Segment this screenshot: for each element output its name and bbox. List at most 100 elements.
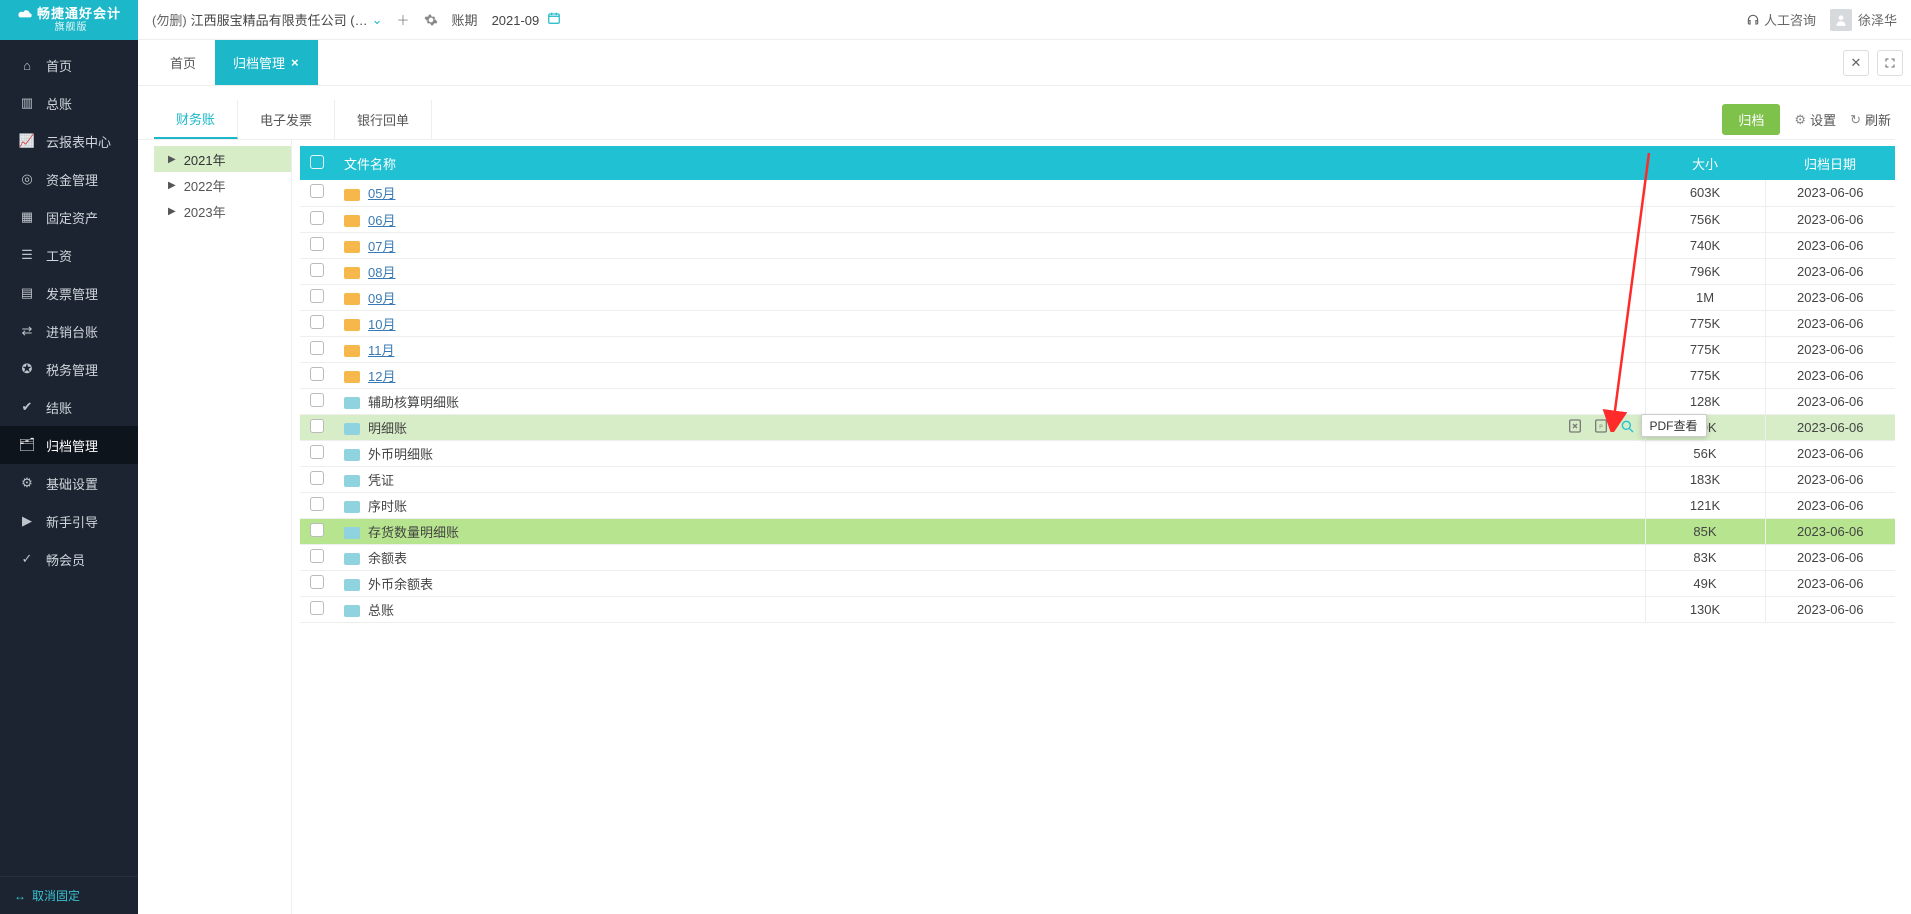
- table-row[interactable]: 08月796K2023-06-06: [300, 258, 1895, 284]
- file-name[interactable]: 10月: [368, 317, 395, 332]
- table-row[interactable]: 07月740K2023-06-06: [300, 232, 1895, 258]
- row-checkbox[interactable]: [310, 263, 324, 277]
- tree-item-2023年[interactable]: ▶2023年: [154, 198, 291, 224]
- row-checkbox[interactable]: [310, 549, 324, 563]
- file-name: 外币余额表: [368, 577, 433, 592]
- file-date: 2023-06-06: [1765, 206, 1895, 232]
- row-checkbox[interactable]: [310, 601, 324, 615]
- subtab-1[interactable]: 电子发票: [238, 100, 335, 139]
- fullscreen-button[interactable]: [1877, 50, 1903, 76]
- close-icon[interactable]: ×: [291, 55, 299, 70]
- sidebar-unpin[interactable]: ↔ 取消固定: [0, 876, 138, 914]
- row-checkbox[interactable]: [310, 471, 324, 485]
- sidebar-item-13[interactable]: ✓畅会员: [0, 540, 138, 578]
- row-checkbox[interactable]: [310, 237, 324, 251]
- row-checkbox[interactable]: [310, 211, 324, 225]
- file-name: 总账: [368, 603, 394, 618]
- file-date: 2023-06-06: [1765, 336, 1895, 362]
- table-row[interactable]: 09月1M2023-06-06: [300, 284, 1895, 310]
- tab-close-button[interactable]: ✕: [1843, 50, 1869, 76]
- caret-right-icon: ▶: [168, 206, 176, 217]
- file-name[interactable]: 12月: [368, 369, 395, 384]
- calendar-icon[interactable]: [547, 13, 561, 28]
- company-selector[interactable]: (勿删) 江西服宝精品有限责任公司 (… ⌄: [152, 10, 383, 29]
- row-checkbox[interactable]: [310, 367, 324, 381]
- tab-archive[interactable]: 归档管理 ×: [215, 40, 318, 85]
- file-date: 2023-06-06: [1765, 388, 1895, 414]
- subtab-2[interactable]: 银行回单: [335, 100, 432, 139]
- table-row[interactable]: 序时账121K2023-06-06: [300, 492, 1895, 518]
- archive-button[interactable]: 归档: [1722, 104, 1780, 135]
- row-checkbox[interactable]: [310, 445, 324, 459]
- file-date: 2023-06-06: [1765, 310, 1895, 336]
- pin-icon: ↔: [14, 889, 26, 903]
- table-row[interactable]: 存货数量明细账85K2023-06-06: [300, 518, 1895, 544]
- sidebar-item-1[interactable]: ▥总账: [0, 84, 138, 122]
- file-name[interactable]: 06月: [368, 213, 395, 228]
- row-checkbox[interactable]: [310, 393, 324, 407]
- add-company-button[interactable]: ＋: [397, 10, 410, 29]
- table-row[interactable]: 总账130K2023-06-06: [300, 596, 1895, 622]
- guide-icon: ▶: [18, 513, 36, 529]
- row-checkbox[interactable]: [310, 419, 324, 433]
- file-name[interactable]: 07月: [368, 239, 395, 254]
- table-row[interactable]: 余额表83K2023-06-06: [300, 544, 1895, 570]
- topbar: (勿删) 江西服宝精品有限责任公司 (… ⌄ ＋ 账期 2021-09 人工咨询: [138, 0, 1911, 40]
- col-check[interactable]: [300, 146, 334, 180]
- table-row[interactable]: 外币明细账56K2023-06-06: [300, 440, 1895, 466]
- row-checkbox[interactable]: [310, 184, 324, 198]
- pdf-view-icon[interactable]: [1619, 418, 1635, 434]
- file-name[interactable]: 08月: [368, 265, 395, 280]
- company-prefix: (勿删): [152, 10, 187, 29]
- document-icon: [344, 553, 360, 565]
- sidebar-item-12[interactable]: ▶新手引导: [0, 502, 138, 540]
- sidebar-item-5[interactable]: ☰工资: [0, 236, 138, 274]
- table-row[interactable]: 10月775K2023-06-06: [300, 310, 1895, 336]
- row-checkbox[interactable]: [310, 497, 324, 511]
- sidebar-item-10[interactable]: 🗂归档管理: [0, 426, 138, 464]
- settings-button[interactable]: ⚙ 设置: [1794, 110, 1836, 129]
- download-excel-icon[interactable]: [1567, 418, 1583, 434]
- sidebar-item-6[interactable]: ▤发票管理: [0, 274, 138, 312]
- tree-item-2021年[interactable]: ▶2021年: [154, 146, 291, 172]
- file-name: 序时账: [368, 499, 407, 514]
- sidebar-item-9[interactable]: ✔结账: [0, 388, 138, 426]
- sidebar-item-8[interactable]: ✪税务管理: [0, 350, 138, 388]
- sidebar-item-7[interactable]: ⇄进销台账: [0, 312, 138, 350]
- user-menu[interactable]: 徐泽华: [1830, 9, 1897, 31]
- row-checkbox[interactable]: [310, 289, 324, 303]
- table-row[interactable]: 06月756K2023-06-06: [300, 206, 1895, 232]
- tree-item-2022年[interactable]: ▶2022年: [154, 172, 291, 198]
- file-name[interactable]: 05月: [368, 186, 395, 201]
- table-row[interactable]: 12月775K2023-06-06: [300, 362, 1895, 388]
- sidebar-item-0[interactable]: ⌂首页: [0, 46, 138, 84]
- table-row[interactable]: 外币余额表49K2023-06-06: [300, 570, 1895, 596]
- download-pdf-icon[interactable]: P: [1593, 418, 1609, 434]
- caret-right-icon: ▶: [168, 180, 176, 191]
- document-icon: [344, 579, 360, 591]
- close-acct-icon: ✔: [18, 399, 36, 415]
- sidebar-item-11[interactable]: ⚙基础设置: [0, 464, 138, 502]
- company-settings-button[interactable]: [424, 13, 438, 27]
- refresh-button[interactable]: ↻ 刷新: [1850, 110, 1891, 129]
- table-row[interactable]: 凭证183K2023-06-06: [300, 466, 1895, 492]
- row-checkbox[interactable]: [310, 315, 324, 329]
- sidebar-item-3[interactable]: ◎资金管理: [0, 160, 138, 198]
- sidebar-item-2[interactable]: 📈云报表中心: [0, 122, 138, 160]
- sidebar-item-4[interactable]: ▦固定资产: [0, 198, 138, 236]
- support-button[interactable]: 人工咨询: [1746, 10, 1816, 29]
- file-name[interactable]: 09月: [368, 291, 395, 306]
- subtab-0[interactable]: 财务账: [154, 100, 238, 139]
- checkbox-icon[interactable]: [310, 155, 324, 169]
- table-row[interactable]: 辅助核算明细账128K2023-06-06: [300, 388, 1895, 414]
- pdf-view-tooltip: PDF查看: [1641, 414, 1707, 437]
- tab-home[interactable]: 首页: [152, 40, 215, 85]
- row-checkbox[interactable]: [310, 575, 324, 589]
- row-checkbox[interactable]: [310, 341, 324, 355]
- folder-icon: [344, 319, 360, 331]
- row-checkbox[interactable]: [310, 523, 324, 537]
- company-name: 江西服宝精品有限责任公司 (…: [191, 10, 368, 29]
- file-name[interactable]: 11月: [368, 343, 395, 358]
- table-row[interactable]: 11月775K2023-06-06: [300, 336, 1895, 362]
- table-row[interactable]: 05月603K2023-06-06: [300, 180, 1895, 206]
